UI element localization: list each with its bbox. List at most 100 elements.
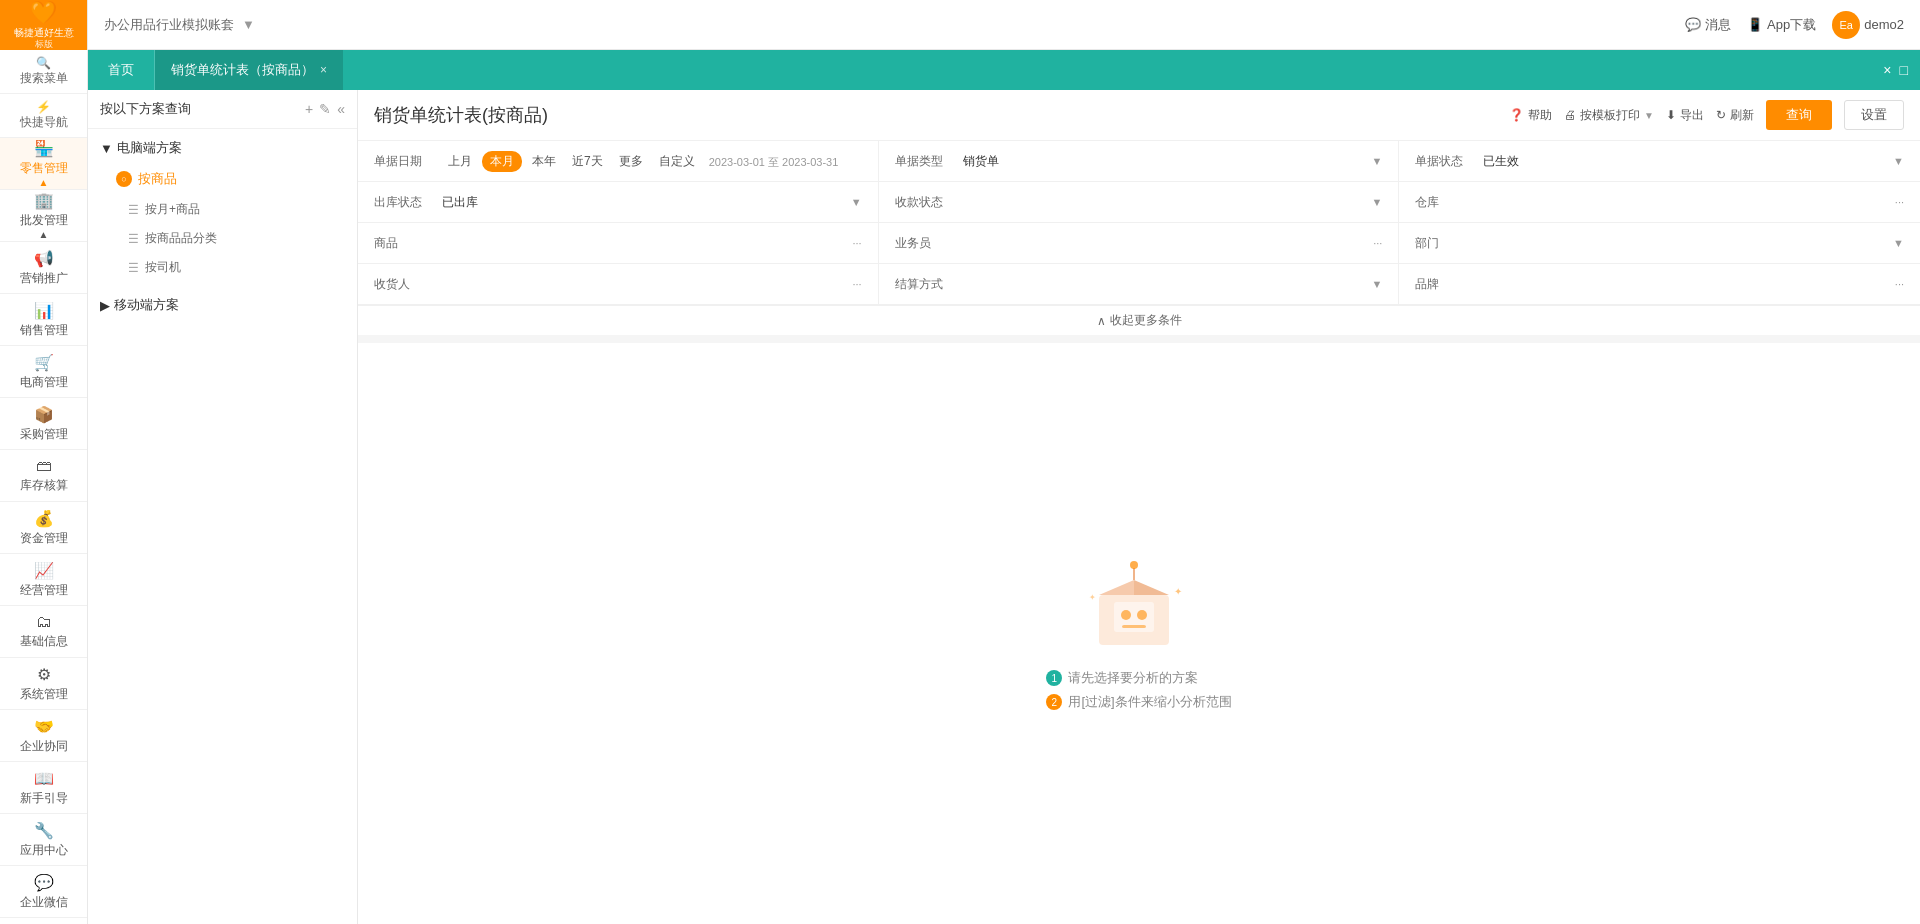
subitem-icon-1: ☰ [128, 203, 139, 217]
out-status-value: 已出库 [442, 194, 851, 211]
query-button[interactable]: 查询 [1766, 100, 1832, 130]
help-btn[interactable]: ❓ 帮助 [1509, 107, 1552, 124]
mobile-arrow-icon: ▶ [100, 298, 110, 313]
sidebar-item-enterprise[interactable]: 🤝 企业协同 [0, 710, 87, 762]
brand-more[interactable]: ··· [1895, 278, 1904, 290]
date-tab-current-month[interactable]: 本月 [482, 151, 522, 172]
marketing-icon: 📢 [34, 249, 54, 268]
scheme-item-by-goods[interactable]: ○ 按商品 [88, 163, 357, 195]
warehouse-more[interactable]: ··· [1895, 196, 1904, 208]
sidebar-item-guide[interactable]: 📖 新手引导 [0, 762, 87, 814]
collapse-conditions-btn[interactable]: ∧ 收起更多条件 [1097, 312, 1182, 329]
date-tab-more[interactable]: 更多 [613, 151, 649, 172]
system-label: 系统管理 [20, 686, 68, 703]
sidebar-item-member[interactable]: 👤 畅会员 [0, 918, 87, 924]
message-btn[interactable]: 💬 消息 [1685, 16, 1731, 34]
sidebar-item-operation[interactable]: 📈 经营管理 [0, 554, 87, 606]
message-label: 消息 [1705, 16, 1731, 34]
scheme-subitem-driver[interactable]: ☰ 按司机 [88, 253, 357, 282]
receipt-status-dropdown[interactable]: ▼ [1371, 196, 1382, 208]
salesman-label: 业务员 [895, 235, 955, 252]
payment-label: 结算方式 [895, 276, 955, 293]
window-close-btn[interactable]: × [1883, 62, 1891, 78]
system-icon: ⚙ [37, 665, 51, 684]
sidebar-item-inventory[interactable]: 🗃 库存核算 [0, 450, 87, 502]
empty-illustration: ✦ ✦ [1079, 550, 1199, 650]
scheme-group-mobile: ▶ 移动端方案 [88, 286, 357, 324]
basic-icon: 🗂 [36, 613, 52, 631]
operation-label: 经营管理 [20, 582, 68, 599]
top-header: 办公用品行业模拟账套 ▼ 💬 消息 📱 App下载 Ea demo2 [88, 0, 1920, 50]
edit-scheme-btn[interactable]: ✎ [319, 101, 331, 117]
sidebar-item-system[interactable]: ⚙ 系统管理 [0, 658, 87, 710]
sidebar-item-ecommerce[interactable]: 🛒 电商管理 [0, 346, 87, 398]
sidebar-search[interactable]: 🔍 搜索菜单 [0, 50, 87, 94]
goods-more[interactable]: ··· [852, 237, 861, 249]
dept-dropdown[interactable]: ▼ [1893, 237, 1904, 249]
date-tab-current-year[interactable]: 本年 [526, 151, 562, 172]
search-label: 搜索菜单 [20, 71, 68, 85]
filter-cell-dept: 部门 ▼ [1399, 223, 1920, 263]
filter-actions: ∧ 收起更多条件 [358, 305, 1920, 335]
add-scheme-btn[interactable]: + [305, 101, 313, 117]
salesman-more[interactable]: ··· [1373, 237, 1382, 249]
nav-label: 快捷导航 [20, 115, 68, 129]
refresh-btn[interactable]: ↻ 刷新 [1716, 107, 1754, 124]
tip-text-2: 用[过滤]条件来缩小分析范围 [1068, 693, 1231, 711]
print-template-btn[interactable]: 🖨 按模板打印 ▼ [1564, 107, 1654, 124]
app-logo: 🧡 畅捷通好生意 标版 [0, 0, 87, 50]
doc-status-value: 已生效 [1483, 153, 1893, 170]
desktop-arrow-icon: ▼ [100, 141, 113, 156]
tab-home[interactable]: 首页 [88, 50, 155, 90]
message-icon: 💬 [1685, 17, 1701, 32]
app-icon: 📱 [1747, 17, 1763, 32]
sidebar-item-retail[interactable]: 🏪 零售管理 ▲ [0, 138, 87, 190]
wholesale-icon: 🏢 [34, 191, 54, 210]
sidebar-item-basic[interactable]: 🗂 基础信息 [0, 606, 87, 658]
date-tab-last-month[interactable]: 上月 [442, 151, 478, 172]
sidebar-item-wechat[interactable]: 💬 企业微信 [0, 866, 87, 918]
svg-rect-6 [1122, 625, 1146, 628]
payment-dropdown[interactable]: ▼ [1371, 278, 1382, 290]
settings-button[interactable]: 设置 [1844, 100, 1904, 130]
tab-active[interactable]: 销货单统计表（按商品） × [155, 50, 343, 90]
user-name: demo2 [1864, 17, 1904, 32]
scheme-group-desktop-header[interactable]: ▼ 电脑端方案 [88, 133, 357, 163]
sidebar-item-apps[interactable]: 🔧 应用中心 [0, 814, 87, 866]
app-download-btn[interactable]: 📱 App下载 [1747, 16, 1816, 34]
tip-item-1: 1 请先选择要分析的方案 [1046, 669, 1231, 687]
sidebar-quick-nav[interactable]: ⚡ 快捷导航 [0, 94, 87, 138]
help-icon: ❓ [1509, 108, 1524, 122]
enterprise-label: 企业协同 [20, 738, 68, 755]
industry-dropdown-icon[interactable]: ▼ [242, 17, 255, 32]
scheme-group-mobile-header[interactable]: ▶ 移动端方案 [88, 290, 357, 320]
sidebar-item-purchase[interactable]: 📦 采购管理 [0, 398, 87, 450]
receiver-more[interactable]: ··· [852, 278, 861, 290]
doc-type-dropdown[interactable]: ▼ [1371, 155, 1382, 167]
sidebar-item-marketing[interactable]: 📢 营销推广 [0, 242, 87, 294]
doc-status-dropdown[interactable]: ▼ [1893, 155, 1904, 167]
tip-item-2: 2 用[过滤]条件来缩小分析范围 [1046, 693, 1231, 711]
doc-type-value: 销货单 [963, 153, 1372, 170]
main-area: 办公用品行业模拟账套 ▼ 💬 消息 📱 App下载 Ea demo2 首页 [88, 0, 1920, 924]
user-profile[interactable]: Ea demo2 [1832, 11, 1904, 39]
sidebar: 🧡 畅捷通好生意 标版 🔍 搜索菜单 ⚡ 快捷导航 🏪 零售管理 ▲ 🏢 批发管… [0, 0, 88, 924]
filter-row-4: 收货人 ··· 结算方式 ▼ 品牌 ··· [358, 264, 1920, 305]
tab-close-icon[interactable]: × [320, 63, 327, 77]
export-btn[interactable]: ⬇ 导出 [1666, 107, 1704, 124]
sidebar-item-sales[interactable]: 📊 销售管理 [0, 294, 87, 346]
scheme-subitem-month-goods[interactable]: ☰ 按月+商品 [88, 195, 357, 224]
date-tab-7days[interactable]: 近7天 [566, 151, 609, 172]
doc-type-label: 单据类型 [895, 153, 955, 170]
inventory-label: 库存核算 [20, 477, 68, 494]
sidebar-item-finance[interactable]: 💰 资金管理 [0, 502, 87, 554]
collapse-panel-btn[interactable]: « [337, 101, 345, 117]
filter-cell-warehouse: 仓库 ··· [1399, 182, 1920, 222]
sidebar-item-wholesale[interactable]: 🏢 批发管理 ▲ [0, 190, 87, 242]
date-tab-custom[interactable]: 自定义 [653, 151, 701, 172]
industry-label: 办公用品行业模拟账套 [104, 16, 234, 34]
out-status-dropdown[interactable]: ▼ [851, 196, 862, 208]
enterprise-icon: 🤝 [34, 717, 54, 736]
scheme-subitem-category[interactable]: ☰ 按商品品分类 [88, 224, 357, 253]
window-max-btn[interactable]: □ [1900, 62, 1908, 78]
